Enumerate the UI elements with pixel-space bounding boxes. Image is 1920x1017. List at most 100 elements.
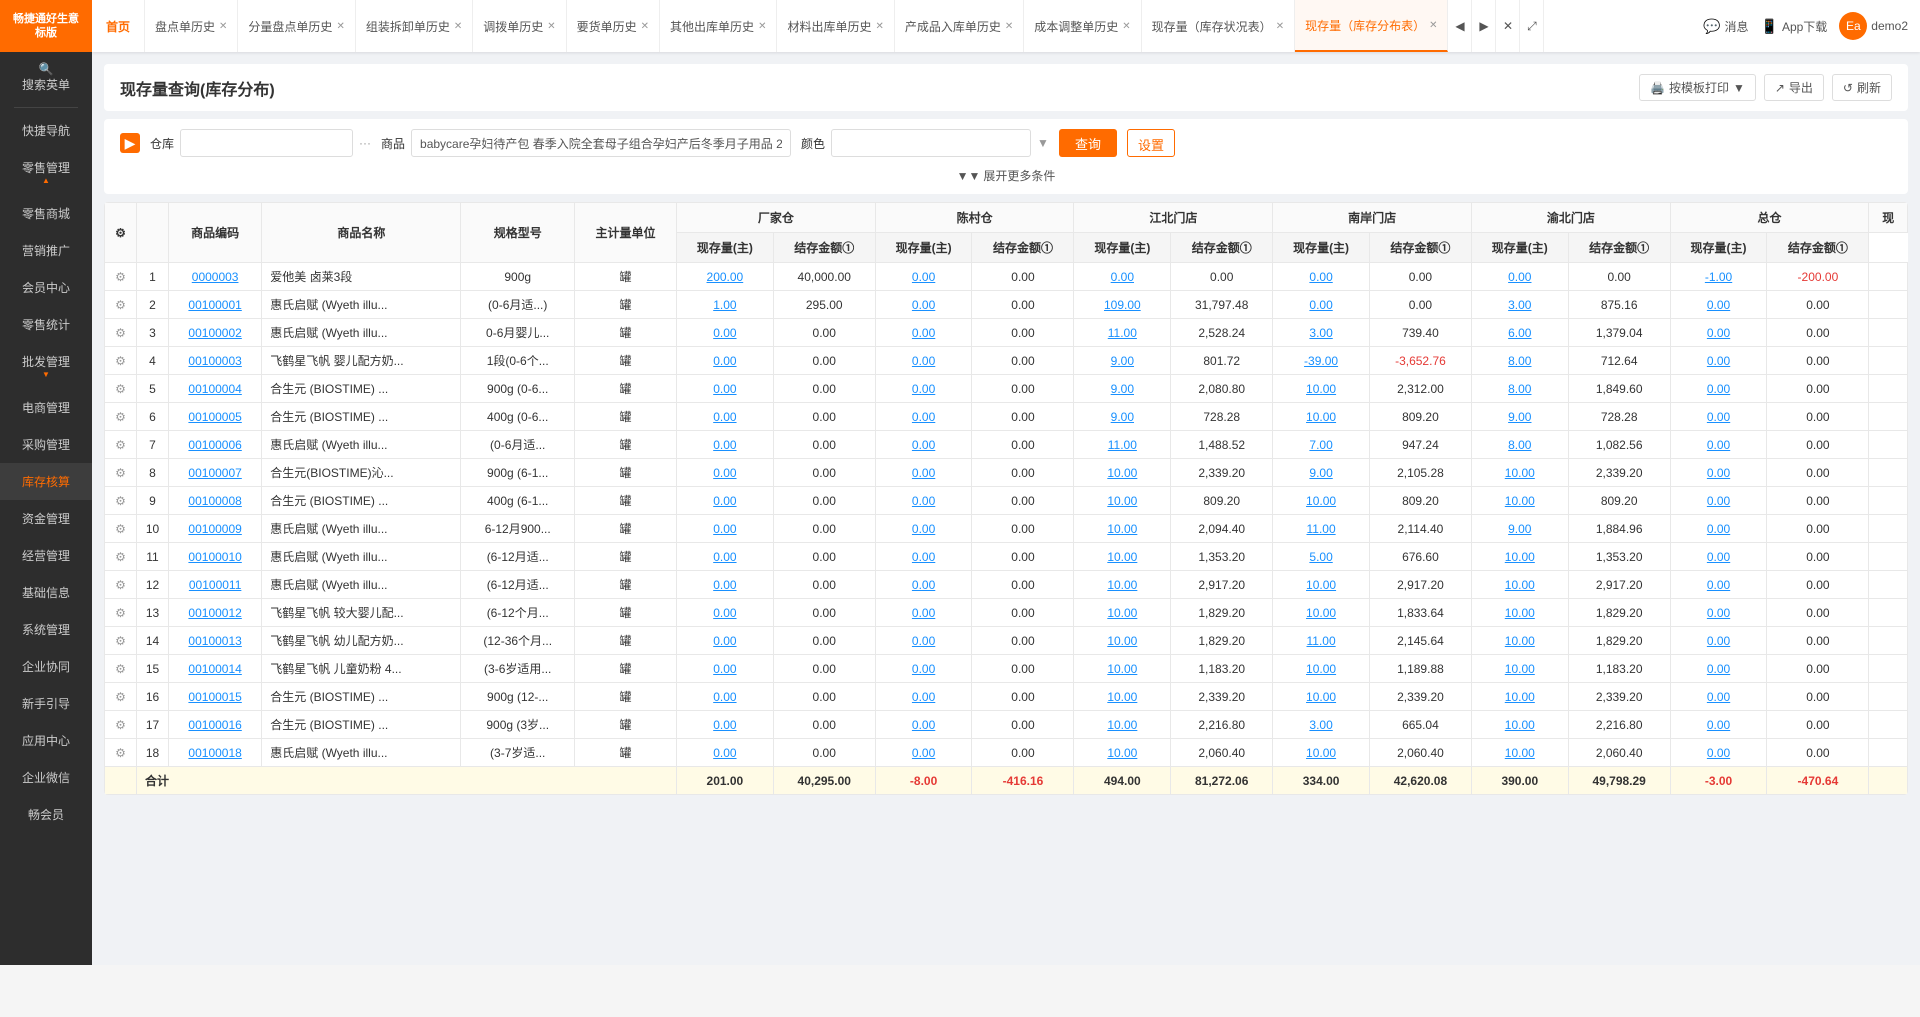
close-tab-icon[interactable]: ✕	[875, 21, 883, 32]
row-code[interactable]: 00100005	[169, 403, 262, 431]
tab-inventory-multi[interactable]: 分量盘点单历史 ✕	[238, 0, 355, 52]
row-na-qty[interactable]: 10.00	[1273, 571, 1370, 599]
row-total-qty[interactable]: -1.00	[1670, 263, 1767, 291]
row-jb-qty[interactable]: 10.00	[1074, 683, 1171, 711]
row-factory-qty[interactable]: 200.00	[677, 263, 774, 291]
row-factory-qty[interactable]: 0.00	[677, 571, 774, 599]
row-code[interactable]: 00100002	[169, 319, 262, 347]
row-total-qty[interactable]: 0.00	[1670, 655, 1767, 683]
row-code[interactable]: 00100007	[169, 459, 262, 487]
row-factory-qty[interactable]: 0.00	[677, 375, 774, 403]
row-jb-qty[interactable]: 109.00	[1074, 291, 1171, 319]
close-tab-icon[interactable]: ✕	[219, 21, 227, 32]
row-total-qty[interactable]: 0.00	[1670, 711, 1767, 739]
row-na-qty[interactable]: 0.00	[1273, 291, 1370, 319]
sidebar-item-appstore[interactable]: 应用中心	[0, 722, 92, 759]
row-factory-qty[interactable]: 0.00	[677, 515, 774, 543]
row-factory-qty[interactable]: 0.00	[677, 711, 774, 739]
row-factory-qty[interactable]: 0.00	[677, 319, 774, 347]
close-tab-icon[interactable]: ✕	[454, 21, 462, 32]
tab-stock-dist[interactable]: 现存量（库存分布表） ✕	[1295, 0, 1448, 52]
row-chen-qty[interactable]: 0.00	[875, 683, 972, 711]
print-btn[interactable]: 🖨️ 按模板打印 ▼	[1639, 74, 1756, 101]
product-input[interactable]	[411, 129, 791, 157]
tab-transfer[interactable]: 调拨单历史 ✕	[473, 0, 566, 52]
sidebar-item-enterprise[interactable]: 企业协同	[0, 648, 92, 685]
tab-expand[interactable]: ⤢	[1520, 0, 1544, 52]
row-gear[interactable]: ⚙	[105, 459, 137, 487]
row-total-qty[interactable]: 0.00	[1670, 599, 1767, 627]
row-gear[interactable]: ⚙	[105, 263, 137, 291]
row-chen-qty[interactable]: 0.00	[875, 403, 972, 431]
row-gear[interactable]: ⚙	[105, 403, 137, 431]
sidebar-item-wholesale[interactable]: 批发管理 ▼	[0, 343, 92, 389]
row-gear[interactable]: ⚙	[105, 683, 137, 711]
row-jb-qty[interactable]: 11.00	[1074, 431, 1171, 459]
tab-assembly[interactable]: 组装拆卸单历史 ✕	[356, 0, 473, 52]
row-na-qty[interactable]: 3.00	[1273, 711, 1370, 739]
row-na-qty[interactable]: 0.00	[1273, 263, 1370, 291]
row-gear[interactable]: ⚙	[105, 627, 137, 655]
tab-prev-arrow[interactable]: ◀	[1448, 0, 1472, 52]
row-code[interactable]: 0000003	[169, 263, 262, 291]
row-na-qty[interactable]: 9.00	[1273, 459, 1370, 487]
sidebar-item-finance[interactable]: 资金管理	[0, 500, 92, 537]
sidebar-item-ecommerce[interactable]: 电商管理	[0, 389, 92, 426]
close-tab-icon[interactable]: ✕	[1005, 21, 1013, 32]
sidebar-item-retail-stat[interactable]: 零售统计	[0, 306, 92, 343]
row-total-qty[interactable]: 0.00	[1670, 739, 1767, 767]
sidebar-item-marketing[interactable]: 营销推广	[0, 232, 92, 269]
tab-cost-adjust[interactable]: 成本调整单历史 ✕	[1024, 0, 1141, 52]
export-btn[interactable]: ↗ 导出	[1764, 74, 1824, 101]
row-code[interactable]: 00100014	[169, 655, 262, 683]
row-na-qty[interactable]: 10.00	[1273, 683, 1370, 711]
row-total-qty[interactable]: 0.00	[1670, 403, 1767, 431]
row-na-qty[interactable]: -39.00	[1273, 347, 1370, 375]
row-yb-qty[interactable]: 10.00	[1471, 599, 1568, 627]
setting-button[interactable]: 设置	[1127, 129, 1175, 157]
row-total-qty[interactable]: 0.00	[1670, 487, 1767, 515]
row-total-qty[interactable]: 0.00	[1670, 683, 1767, 711]
row-gear[interactable]: ⚙	[105, 487, 137, 515]
row-jb-qty[interactable]: 11.00	[1074, 319, 1171, 347]
row-factory-qty[interactable]: 0.00	[677, 487, 774, 515]
row-jb-qty[interactable]: 9.00	[1074, 403, 1171, 431]
row-jb-qty[interactable]: 10.00	[1074, 627, 1171, 655]
row-yb-qty[interactable]: 10.00	[1471, 487, 1568, 515]
row-yb-qty[interactable]: 10.00	[1471, 459, 1568, 487]
tab-material-out[interactable]: 材料出库单历史 ✕	[777, 0, 894, 52]
app-download-btn[interactable]: 📱 App下载	[1761, 18, 1828, 35]
row-code[interactable]: 00100001	[169, 291, 262, 319]
row-chen-qty[interactable]: 0.00	[875, 431, 972, 459]
tab-close-all[interactable]: ✕	[1496, 0, 1520, 52]
close-tab-icon[interactable]: ✕	[641, 21, 649, 32]
row-yb-qty[interactable]: 10.00	[1471, 655, 1568, 683]
sidebar-item-retail-store[interactable]: 零售商城	[0, 195, 92, 232]
tab-next-arrow[interactable]: ▶	[1472, 0, 1496, 52]
row-jb-qty[interactable]: 10.00	[1074, 487, 1171, 515]
row-gear[interactable]: ⚙	[105, 739, 137, 767]
row-factory-qty[interactable]: 0.00	[677, 543, 774, 571]
tab-stock-status[interactable]: 现存量（库存状况表） ✕	[1142, 0, 1295, 52]
row-code[interactable]: 00100011	[169, 571, 262, 599]
row-jb-qty[interactable]: 10.00	[1074, 599, 1171, 627]
row-na-qty[interactable]: 5.00	[1273, 543, 1370, 571]
tab-requisition[interactable]: 要货单历史 ✕	[567, 0, 660, 52]
row-yb-qty[interactable]: 6.00	[1471, 319, 1568, 347]
row-chen-qty[interactable]: 0.00	[875, 319, 972, 347]
row-total-qty[interactable]: 0.00	[1670, 347, 1767, 375]
row-jb-qty[interactable]: 10.00	[1074, 543, 1171, 571]
row-chen-qty[interactable]: 0.00	[875, 711, 972, 739]
close-tab-icon[interactable]: ✕	[336, 21, 344, 32]
row-factory-qty[interactable]: 1.00	[677, 291, 774, 319]
row-gear[interactable]: ⚙	[105, 431, 137, 459]
close-tab-icon[interactable]: ✕	[1276, 21, 1284, 32]
tab-product-in[interactable]: 产成品入库单历史 ✕	[895, 0, 1024, 52]
sidebar-item-operation[interactable]: 经营管理	[0, 537, 92, 574]
row-code[interactable]: 00100018	[169, 739, 262, 767]
row-gear[interactable]: ⚙	[105, 655, 137, 683]
row-jb-qty[interactable]: 10.00	[1074, 459, 1171, 487]
row-factory-qty[interactable]: 0.00	[677, 459, 774, 487]
row-jb-qty[interactable]: 9.00	[1074, 375, 1171, 403]
row-chen-qty[interactable]: 0.00	[875, 375, 972, 403]
